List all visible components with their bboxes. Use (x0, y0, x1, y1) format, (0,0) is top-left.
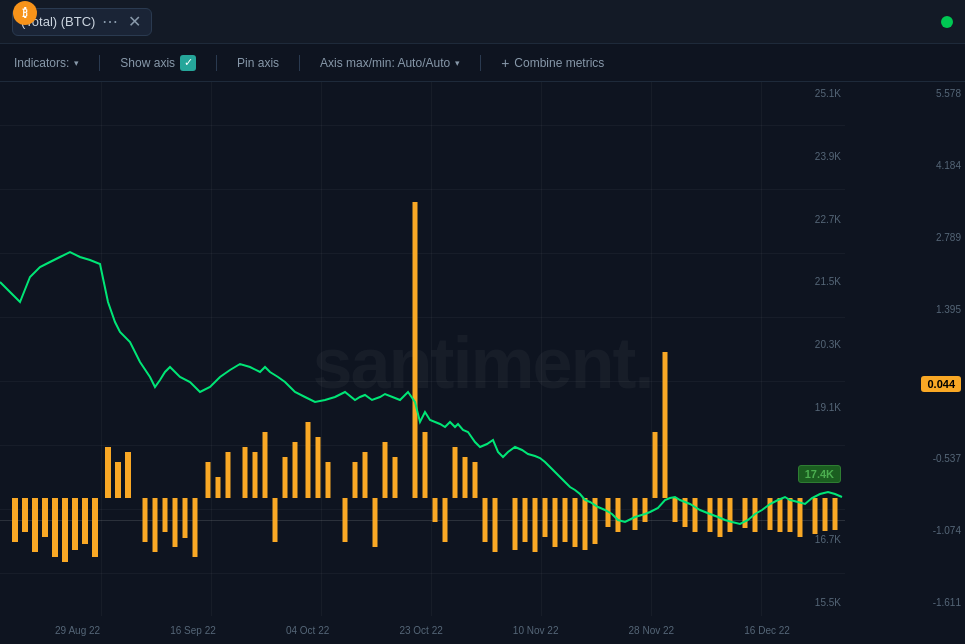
x-label-2: 04 Oct 22 (286, 625, 329, 636)
chart-svg (0, 82, 845, 616)
show-axis-toggle[interactable]: Show axis ✓ (120, 55, 196, 71)
chart-area: santiment. (0, 82, 965, 644)
show-axis-label: Show axis (120, 56, 175, 70)
y-left-label-7: 16.7K (815, 534, 841, 545)
show-axis-checkbox[interactable]: ✓ (180, 55, 196, 71)
plus-icon: + (501, 55, 509, 71)
chevron-down-icon: ▾ (74, 58, 79, 68)
y-right-label-6: -1.074 (933, 525, 961, 536)
yellow-value-badge: 0.044 (921, 376, 961, 392)
indicators-label: Indicators: (14, 56, 69, 70)
combine-metrics-label: Combine metrics (514, 56, 604, 70)
y-axis-right: 5.578 4.184 2.789 1.395 0.044 -0.537 -1.… (913, 82, 965, 614)
combine-metrics-button[interactable]: + Combine metrics (501, 55, 604, 71)
y-right-label-0: 5.578 (936, 88, 961, 99)
btc-badge: ₿ (13, 1, 37, 25)
y-right-label-1: 4.184 (936, 160, 961, 171)
toolbar: Indicators: ▾ Show axis ✓ Pin axis Axis … (0, 44, 965, 82)
y-left-label-8: 15.5K (815, 597, 841, 608)
tab-container: ₿ (Total) (BTC) ⋯ ✕ (12, 8, 152, 36)
close-button[interactable]: ✕ (125, 13, 143, 31)
y-left-label-4: 20.3K (815, 339, 841, 350)
status-indicator (941, 16, 953, 28)
x-label-5: 28 Nov 22 (629, 625, 675, 636)
y-left-label-2: 22.7K (815, 214, 841, 225)
green-value-badge: 17.4K (798, 465, 841, 483)
y-right-label-2: 2.789 (936, 232, 961, 243)
y-left-label-3: 21.5K (815, 276, 841, 287)
y-right-label-5: -0.537 (933, 453, 961, 464)
axis-maxmin-dropdown[interactable]: Axis max/min: Auto/Auto ▾ (320, 56, 460, 70)
divider-1 (99, 55, 100, 71)
y-right-label-3: 1.395 (936, 304, 961, 315)
pin-axis-label: Pin axis (237, 56, 279, 70)
x-label-1: 16 Sep 22 (170, 625, 216, 636)
chevron-down-icon-2: ▾ (455, 58, 460, 68)
y-right-label-7: -1.611 (933, 597, 961, 608)
indicators-dropdown[interactable]: Indicators: ▾ (14, 56, 79, 70)
y-left-label-1: 23.9K (815, 151, 841, 162)
more-options-button[interactable]: ⋯ (101, 13, 119, 31)
y-axis-left: 25.1K 23.9K 22.7K 21.5K 20.3K 19.1K 17.4… (793, 82, 845, 614)
y-left-label-5: 19.1K (815, 402, 841, 413)
divider-4 (480, 55, 481, 71)
bar-series (15, 202, 835, 562)
x-label-4: 10 Nov 22 (513, 625, 559, 636)
x-axis: 29 Aug 22 16 Sep 22 04 Oct 22 23 Oct 22 … (0, 616, 845, 644)
divider-3 (299, 55, 300, 71)
y-left-label-0: 25.1K (815, 88, 841, 99)
header-bar: ₿ (Total) (BTC) ⋯ ✕ (0, 0, 965, 44)
axis-maxmin-label: Axis max/min: Auto/Auto (320, 56, 450, 70)
pin-axis-button[interactable]: Pin axis (237, 56, 279, 70)
divider-2 (216, 55, 217, 71)
x-label-3: 23 Oct 22 (399, 625, 442, 636)
x-label-6: 16 Dec 22 (744, 625, 790, 636)
x-label-0: 29 Aug 22 (55, 625, 100, 636)
